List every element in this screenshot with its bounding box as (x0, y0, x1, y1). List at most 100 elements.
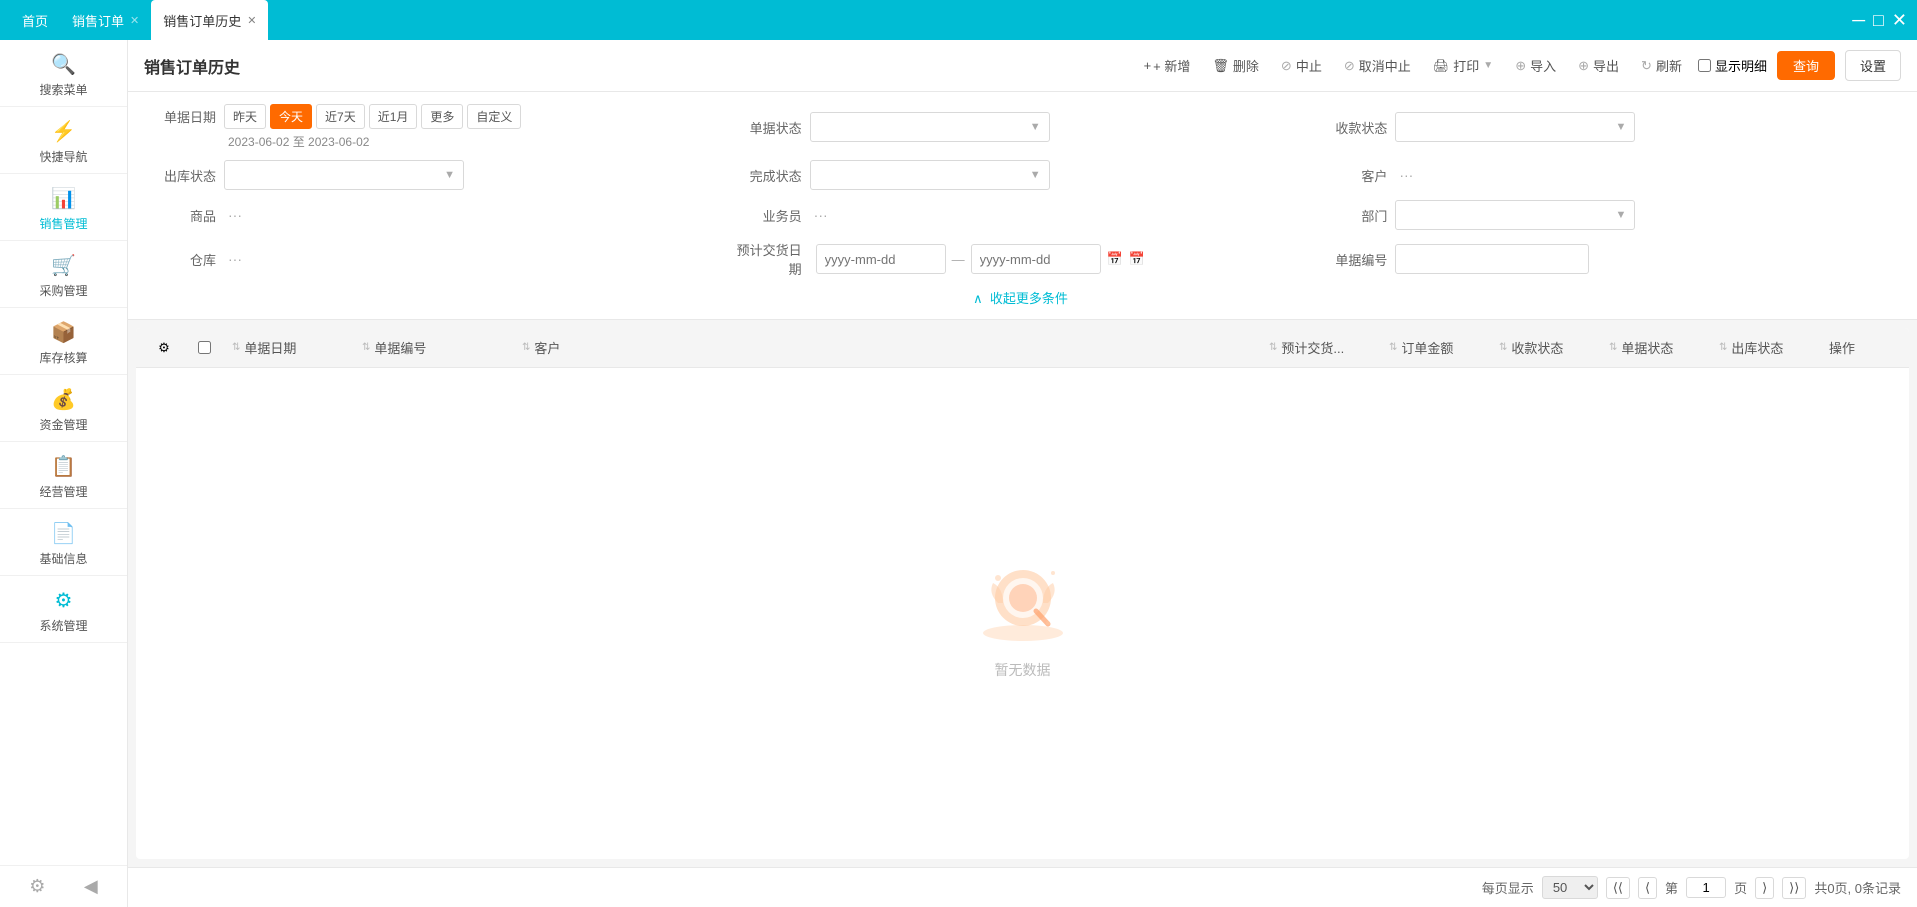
system-icon: ⚙ (55, 588, 73, 613)
th-customer[interactable]: ⇅ 客户 (514, 338, 1261, 357)
out-status-select[interactable]: ▼ (224, 160, 464, 190)
refresh-icon: ↻ (1641, 58, 1652, 74)
sort-icon5: ⇅ (1389, 342, 1397, 353)
finance-icon: 💰 (51, 387, 76, 412)
tab-sales-history[interactable]: 销售订单历史 ✕ (151, 0, 268, 40)
order-no-input[interactable] (1395, 244, 1589, 274)
date-yesterday[interactable]: 昨天 (224, 104, 266, 129)
filter-product: 商品 ··· (144, 205, 730, 225)
customer-picker-btn[interactable]: ··· (1395, 165, 1417, 185)
stop-icon: ⊘ (1281, 58, 1292, 74)
prev-page-btn[interactable]: ⟨ (1638, 877, 1657, 899)
th-settings[interactable]: ⚙ (144, 340, 184, 356)
refresh-button[interactable]: ↻ 刷新 (1635, 52, 1688, 79)
calendar-start-icon[interactable]: 📅 (1107, 251, 1123, 267)
empty-state: 暂无数据 (136, 368, 1909, 859)
next-page-btn[interactable]: ⟩ (1755, 877, 1774, 899)
date-custom[interactable]: 自定义 (467, 104, 521, 129)
sidebar-item-purchase[interactable]: 🛒 采购管理 (0, 241, 127, 308)
page-label-after: 页 (1734, 878, 1747, 897)
sidebar-label-sales: 销售管理 (39, 215, 87, 232)
stop-button[interactable]: ⊘ 中止 (1275, 52, 1328, 79)
filter-order-no: 单据编号 (1315, 244, 1901, 274)
import-button[interactable]: ⊕ 导入 (1509, 52, 1562, 79)
first-page-btn[interactable]: ⟨⟨ (1606, 877, 1630, 899)
sidebar-item-quicknav[interactable]: ⚡ 快捷导航 (0, 107, 127, 174)
tab-sales-order[interactable]: 销售订单 ✕ (60, 0, 151, 40)
export-icon: ⊕ (1578, 58, 1589, 74)
sidebar-item-operation[interactable]: 📋 经营管理 (0, 442, 127, 509)
table-header: ⚙ ⇅ 单据日期 ⇅ 单据编号 ⇅ 客户 ⇅ (136, 328, 1909, 368)
delete-button[interactable]: 🗑 删除 (1206, 52, 1265, 79)
settings-icon[interactable]: ⚙ (158, 340, 170, 356)
maximize-icon[interactable]: □ (1873, 10, 1884, 31)
th-date[interactable]: ⇅ 单据日期 (224, 338, 354, 357)
th-delivery[interactable]: ⇅ 预计交货... (1261, 338, 1381, 357)
calendar-end-icon[interactable]: 📅 (1129, 251, 1145, 267)
sidebar: 🔍 搜索菜单 ⚡ 快捷导航 📊 销售管理 🛒 采购管理 📦 库存核算 💰 资金管… (0, 40, 128, 907)
new-button[interactable]: + + 新增 (1138, 52, 1197, 79)
top-bar: 首页 销售订单 ✕ 销售订单历史 ✕ ─ □ ✕ (0, 0, 1917, 40)
th-order-no[interactable]: ⇅ 单据编号 (354, 338, 514, 357)
collapse-bar[interactable]: ∧ 收起更多条件 (144, 284, 1901, 307)
settings-button[interactable]: 设置 (1845, 50, 1901, 81)
th-checkbox[interactable] (184, 341, 224, 354)
empty-illustration (968, 548, 1078, 648)
inventory-icon: 📦 (51, 320, 76, 345)
tab-home[interactable]: 首页 (10, 0, 60, 40)
print-arrow-icon: ▼ (1483, 60, 1493, 71)
settings-bottom-icon[interactable]: ⚙ (29, 876, 45, 897)
sidebar-item-basic[interactable]: 📄 基础信息 (0, 509, 127, 576)
sidebar-label-finance: 资金管理 (39, 416, 87, 433)
sidebar-item-inventory[interactable]: 📦 库存核算 (0, 308, 127, 375)
close-window-icon[interactable]: ✕ (1892, 10, 1907, 31)
date-today[interactable]: 今天 (270, 104, 312, 129)
pagination-bar: 每页显示 50 20 100 ⟨⟨ ⟨ 第 页 ⟩ ⟩⟩ 共0页, 0条记录 (128, 867, 1917, 907)
filter-complete-status: 完成状态 ▼ (730, 160, 1316, 190)
out-status-label: 出库状态 (144, 166, 224, 185)
sort-icon8: ⇅ (1719, 342, 1727, 353)
pay-status-select[interactable]: ▼ (1395, 112, 1635, 142)
date-more[interactable]: 更多 (421, 104, 463, 129)
delivery-date-start[interactable] (816, 244, 946, 274)
page-size-select[interactable]: 50 20 100 (1542, 876, 1598, 899)
sidebar-bottom: ⚙ ◀ (0, 865, 127, 907)
page-label-before: 第 (1665, 878, 1678, 897)
warehouse-picker-btn[interactable]: ··· (224, 249, 246, 269)
date-1month[interactable]: 近1月 (369, 104, 418, 129)
delivery-date-end[interactable] (971, 244, 1101, 274)
cancel-stop-button[interactable]: ⊘ 取消中止 (1338, 52, 1417, 79)
th-pay-status[interactable]: ⇅ 收款状态 (1491, 338, 1601, 357)
th-out-status[interactable]: ⇅ 出库状态 (1711, 338, 1821, 357)
sidebar-label-search: 搜索菜单 (39, 81, 87, 98)
sidebar-item-system[interactable]: ⚙ 系统管理 (0, 576, 127, 643)
th-order-status[interactable]: ⇅ 单据状态 (1601, 338, 1711, 357)
order-status-select[interactable]: ▼ (810, 112, 1050, 142)
close-tab-sales-history[interactable]: ✕ (247, 14, 256, 27)
sidebar-item-search[interactable]: 🔍 搜索菜单 (0, 40, 127, 107)
display-toggle[interactable]: 显示明细 (1698, 56, 1767, 75)
delivery-date-label: 预计交货日期 (730, 240, 810, 278)
export-button[interactable]: ⊕ 导出 (1572, 52, 1625, 79)
collapse-sidebar-icon[interactable]: ◀ (84, 876, 98, 897)
complete-status-select[interactable]: ▼ (810, 160, 1050, 190)
current-page-input[interactable] (1686, 877, 1726, 898)
department-select[interactable]: ▼ (1395, 200, 1635, 230)
sidebar-label-system: 系统管理 (39, 617, 87, 634)
sort-icon7: ⇅ (1609, 342, 1617, 353)
date-7days[interactable]: 近7天 (316, 104, 365, 129)
minimize-icon[interactable]: ─ (1852, 10, 1865, 31)
sidebar-item-finance[interactable]: 💰 资金管理 (0, 375, 127, 442)
print-button[interactable]: 🖨 打印 ▼ (1427, 52, 1499, 79)
last-page-btn[interactable]: ⟩⟩ (1782, 877, 1806, 899)
salesperson-picker-btn[interactable]: ··· (810, 205, 832, 225)
th-amount[interactable]: ⇅ 订单金额 (1381, 338, 1491, 357)
close-tab-sales-order[interactable]: ✕ (130, 14, 139, 27)
import-icon: ⊕ (1515, 58, 1526, 74)
sidebar-item-sales[interactable]: 📊 销售管理 (0, 174, 127, 241)
query-button[interactable]: 查询 (1777, 51, 1835, 80)
select-all-checkbox[interactable] (198, 341, 211, 354)
chevron-down-icon2: ▼ (1615, 121, 1626, 133)
display-checkbox[interactable] (1698, 59, 1711, 72)
product-picker-btn[interactable]: ··· (224, 205, 246, 225)
